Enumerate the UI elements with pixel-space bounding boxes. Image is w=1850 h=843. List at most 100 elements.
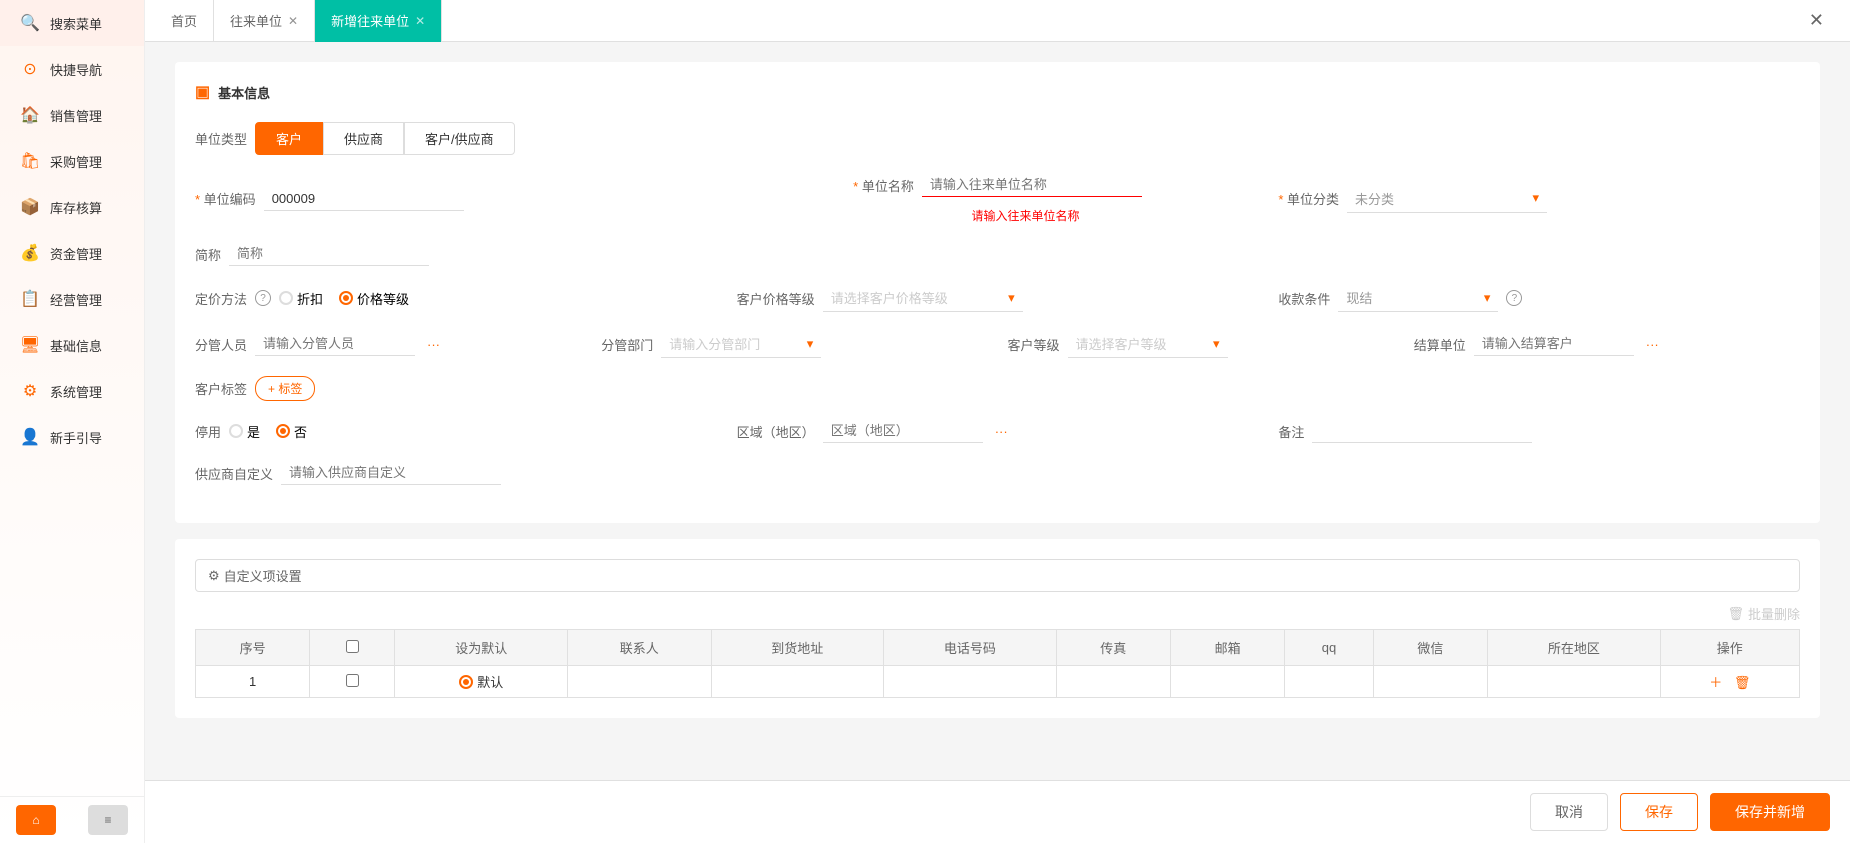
type-btn-both[interactable]: 客户/供应商 [404, 122, 515, 155]
unit-code-input[interactable] [264, 187, 464, 211]
payment-help-icon[interactable]: ? [1506, 290, 1522, 306]
settlement-more-btn[interactable]: ··· [1642, 337, 1663, 352]
dept-select[interactable]: 请输入分管部门 ▾ [661, 330, 821, 358]
pricing-radio-discount[interactable]: 折扣 [279, 289, 323, 308]
payment-arrow-icon: ▾ [1484, 290, 1491, 306]
row-add-btn[interactable]: ＋ [1709, 675, 1722, 690]
tags-label: 客户标签 [195, 379, 247, 398]
unit-type-row: 单位类型 客户 供应商 客户/供应商 [195, 122, 1800, 155]
default-radio[interactable]: 默认 [405, 672, 557, 691]
region-more-btn[interactable]: ··· [991, 424, 1012, 439]
page-content: ▣ 基本信息 单位类型 客户 供应商 客户/供应商 单位编码 [145, 42, 1850, 780]
type-btn-supplier[interactable]: 供应商 [323, 122, 404, 155]
sidebar-bottom: ⌂ ≡ [0, 796, 144, 843]
unit-name-input[interactable] [922, 173, 1142, 197]
contact-table: 序号 设为默认 联系人 到货地址 电话号码 传真 邮箱 qq 微信 所在地区 操… [195, 629, 1800, 698]
sidebar-item-quicknav[interactable]: ⊙ 快捷导航 [0, 46, 144, 92]
col-actions: 操作 [1660, 630, 1799, 666]
unit-code-group: 单位编码 [195, 187, 717, 211]
close-partner-tab[interactable]: ✕ [288, 14, 298, 28]
col-phone: 电话号码 [884, 630, 1057, 666]
sidebar-item-finance[interactable]: 💰 资金管理 [0, 230, 144, 276]
batch-delete-label: 批量删除 [1748, 604, 1800, 623]
disable-radio-yes[interactable]: 是 [229, 422, 260, 441]
tab-home[interactable]: 首页 [155, 0, 214, 42]
add-tag-button[interactable]: + 标签 [255, 376, 315, 401]
unit-name-error: 请输入往来单位名称 [972, 207, 1080, 224]
cancel-button[interactable]: 取消 [1530, 793, 1608, 831]
col-seq: 序号 [196, 630, 310, 666]
price-level-group: 客户价格等级 请选择客户价格等级 ▾ [737, 284, 1259, 312]
sidebar-item-purchase[interactable]: 🛍 采购管理 [0, 138, 144, 184]
region-input[interactable] [823, 419, 983, 443]
col-checkbox [310, 630, 395, 666]
unit-category-label: 单位分类 [1278, 189, 1339, 208]
close-new-partner-tab[interactable]: ✕ [415, 14, 425, 28]
note-label: 备注 [1278, 422, 1304, 441]
tab-partner[interactable]: 往来单位 ✕ [214, 0, 315, 42]
disable-label: 停用 [195, 422, 221, 441]
close-main-button[interactable]: ✕ [1793, 10, 1840, 31]
save-button[interactable]: 保存 [1620, 793, 1698, 831]
row-email[interactable] [1170, 666, 1284, 698]
tab-bar: 首页 往来单位 ✕ 新增往来单位 ✕ ✕ [145, 0, 1850, 42]
sidebar-item-inventory[interactable]: 📦 库存核算 [0, 184, 144, 230]
unit-type-label: 单位类型 [195, 129, 247, 148]
operations-icon: 📋 [20, 289, 40, 309]
sidebar-home-btn[interactable]: ⌂ [16, 805, 56, 835]
pricing-help-icon[interactable]: ? [255, 290, 271, 306]
supplier-custom-input[interactable] [281, 461, 501, 485]
manager-more-btn[interactable]: ··· [423, 337, 444, 352]
row-wechat[interactable] [1373, 666, 1487, 698]
row-fax[interactable] [1056, 666, 1170, 698]
table-header-row: 序号 设为默认 联系人 到货地址 电话号码 传真 邮箱 qq 微信 所在地区 操… [196, 630, 1800, 666]
pricing-radio-level[interactable]: 价格等级 [339, 289, 409, 308]
save-new-button[interactable]: 保存并新增 [1710, 793, 1830, 831]
sales-icon: 🏠 [20, 105, 40, 125]
payment-select[interactable]: 现结 ▾ [1338, 284, 1498, 312]
col-fax: 传真 [1056, 630, 1170, 666]
inventory-icon: 📦 [20, 197, 40, 217]
sidebar-item-search[interactable]: 🔍 搜索菜单 [0, 0, 144, 46]
unit-category-group: 单位分类 未分类 ▾ [1278, 185, 1800, 213]
unit-category-select[interactable]: 未分类 ▾ [1347, 185, 1547, 213]
price-level-arrow-icon: ▾ [1008, 290, 1015, 306]
row-default: 默认 [395, 666, 568, 698]
abbreviation-label: 简称 [195, 245, 221, 264]
settlement-input[interactable] [1474, 332, 1634, 356]
sidebar-item-sales[interactable]: 🏠 销售管理 [0, 92, 144, 138]
customer-level-group: 客户等级 请选择客户等级 ▾ [1008, 330, 1394, 358]
disable-radio-no[interactable]: 否 [276, 422, 307, 441]
price-level-select[interactable]: 请选择客户价格等级 ▾ [823, 284, 1023, 312]
dept-arrow-icon: ▾ [807, 336, 814, 352]
note-input[interactable] [1312, 419, 1532, 443]
row-contact[interactable] [568, 666, 711, 698]
sidebar-item-basic[interactable]: 🖥 基础信息 [0, 322, 144, 368]
sidebar-expand-btn[interactable]: ≡ [88, 805, 128, 835]
select-all-checkbox[interactable] [346, 640, 359, 653]
row-qq[interactable] [1285, 666, 1373, 698]
supplier-custom-label: 供应商自定义 [195, 464, 273, 483]
sidebar: 🔍 搜索菜单 ⊙ 快捷导航 🏠 销售管理 🛍 采购管理 📦 库存核算 💰 资金管… [0, 0, 145, 843]
section-title: ▣ 基本信息 [195, 82, 1800, 102]
purchase-icon: 🛍 [20, 151, 40, 171]
sidebar-item-newbie[interactable]: 👤 新手引导 [0, 414, 144, 460]
abbreviation-row: 简称 [195, 242, 1800, 266]
row-delete-btn[interactable]: 🗑 [1734, 675, 1751, 690]
row-address[interactable] [711, 666, 884, 698]
abbreviation-input[interactable] [229, 242, 429, 266]
sidebar-item-system[interactable]: ⚙ 系统管理 [0, 368, 144, 414]
row-checkbox[interactable] [310, 666, 395, 698]
row-phone[interactable] [884, 666, 1057, 698]
tab-new-partner[interactable]: 新增往来单位 ✕ [315, 0, 442, 42]
sidebar-item-operations[interactable]: 📋 经营管理 [0, 276, 144, 322]
row-select-checkbox[interactable] [346, 674, 359, 687]
col-region: 所在地区 [1488, 630, 1661, 666]
row-region[interactable] [1488, 666, 1661, 698]
manager-input[interactable] [255, 332, 415, 356]
section-title-icon: ▣ [195, 82, 210, 102]
customer-level-select[interactable]: 请选择客户等级 ▾ [1068, 330, 1228, 358]
type-btn-customer[interactable]: 客户 [255, 122, 323, 155]
custom-settings-button[interactable]: ⚙ 自定义项设置 [195, 559, 1800, 592]
unit-code-label: 单位编码 [195, 189, 256, 208]
